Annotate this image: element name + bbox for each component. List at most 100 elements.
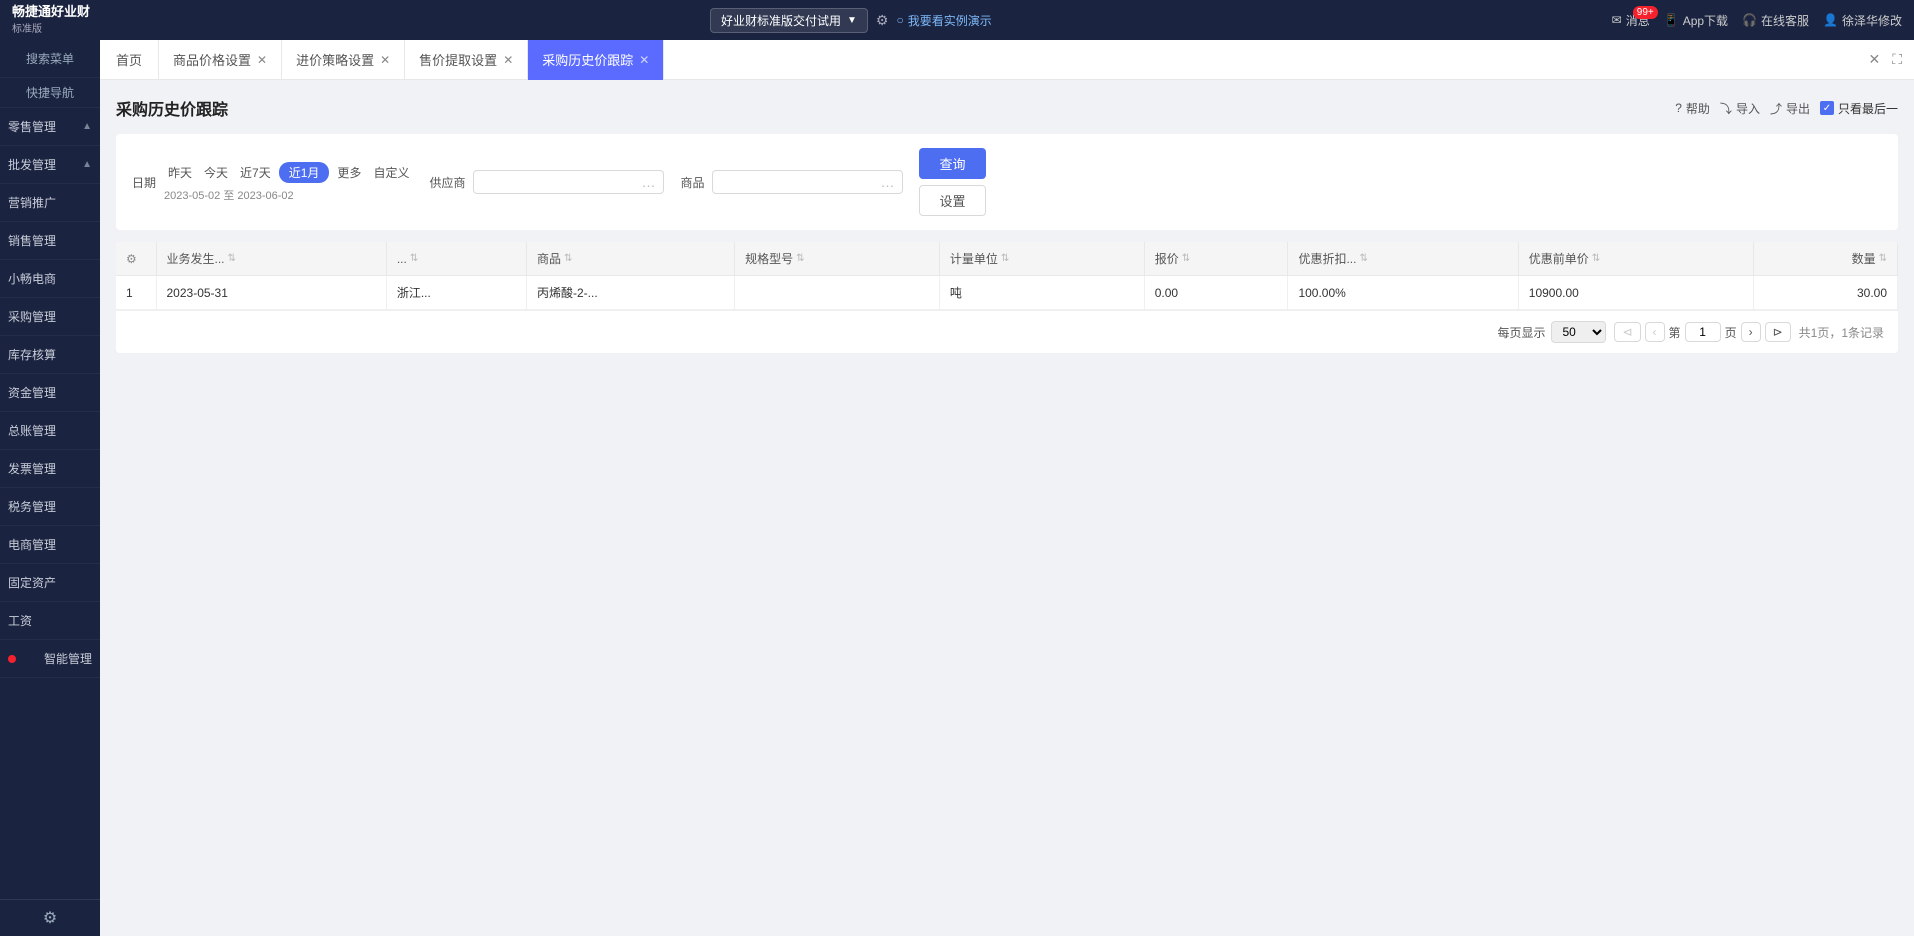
th-spec[interactable]: 规格型号 ⇅ [735, 242, 940, 276]
sidebar-item-invoice[interactable]: 发票管理 [0, 450, 100, 488]
user-btn[interactable]: 👤 徐泽华修改 [1823, 12, 1902, 29]
pagination: 每页显示 50 10 20 100 ⊲ ‹ 第 页 [116, 310, 1898, 353]
date-btn-yesterday[interactable]: 昨天 [164, 162, 196, 183]
page-first-btn[interactable]: ⊲ [1614, 322, 1640, 342]
date-btn-last1month[interactable]: 近1月 [279, 162, 330, 183]
sidebar: 搜索菜单 快捷导航 零售管理 ▲ 批发管理 ▲ 营销推广 销售管理 小畅电商 采… [0, 40, 100, 936]
sidebar-item-retail[interactable]: 零售管理 ▲ [0, 108, 100, 146]
filter-area: 日期 昨天 今天 近7天 近1月 更多 自定义 2023-05-02 至 202… [116, 134, 1898, 230]
sidebar-item-ecommerce[interactable]: 电商管理 [0, 526, 100, 564]
sidebar-item-inventory[interactable]: 库存核算 [0, 336, 100, 374]
import-btn[interactable]: ⤵ 导入 [1720, 100, 1760, 117]
import-icon: ⤵ [1720, 100, 1732, 117]
date-btn-custom[interactable]: 自定义 [369, 162, 413, 183]
date-btn-more[interactable]: 更多 [333, 162, 365, 183]
sidebar-item-ecommerce-small[interactable]: 小畅电商 [0, 260, 100, 298]
export-btn[interactable]: ⤴ 导出 [1770, 100, 1810, 117]
sidebar-quick-nav[interactable]: 快捷导航 [0, 78, 100, 108]
th-gear[interactable]: ⚙ [116, 242, 156, 276]
cell-seq: 1 [116, 276, 156, 310]
sidebar-item-marketing[interactable]: 营销推广 [0, 184, 100, 222]
tab-fullscreen-btn[interactable]: ⛶ [1888, 47, 1906, 72]
version-selector[interactable]: 好业财标准版交付试用 ▼ [710, 8, 868, 33]
gear-column-icon[interactable]: ⚙ [126, 252, 137, 266]
th-goods[interactable]: 商品 ⇅ [526, 242, 734, 276]
th-biz-date[interactable]: 业务发生... ⇅ [156, 242, 386, 276]
page-next-btn[interactable]: › [1741, 322, 1761, 342]
th-quote[interactable]: 报价 ⇅ [1144, 242, 1288, 276]
date-btn-last7days[interactable]: 近7天 [236, 162, 275, 183]
goods-filter-group: 商品 … [680, 170, 903, 194]
th-more[interactable]: ... ⇅ [386, 242, 526, 276]
goods-more-icon[interactable]: … [880, 174, 894, 190]
tab-price-extract[interactable]: 售价提取设置 ✕ [405, 40, 528, 80]
sort-icon: ⇅ [410, 253, 418, 264]
query-button[interactable]: 查询 [919, 148, 985, 179]
version-settings-icon[interactable]: ⚙ [876, 12, 889, 29]
page-last-btn[interactable]: ⊳ [1765, 322, 1791, 342]
sidebar-item-assets[interactable]: 固定资产 [0, 564, 100, 602]
th-pre-discount-price[interactable]: 优惠前单价 ⇅ [1518, 242, 1753, 276]
sidebar-search[interactable]: 搜索菜单 [0, 40, 100, 78]
date-btn-today[interactable]: 今天 [200, 162, 232, 183]
sidebar-item-ledger[interactable]: 总账管理 [0, 412, 100, 450]
th-unit[interactable]: 计量单位 ⇅ [939, 242, 1144, 276]
content-area: 首页 商品价格设置 ✕ 进价策略设置 ✕ 售价提取设置 ✕ 采购历史价跟踪 ✕ … [100, 40, 1914, 936]
online-service-btn[interactable]: 🎧 在线客服 [1742, 12, 1809, 29]
sort-icon: ⇅ [564, 253, 572, 264]
th-discount-rate[interactable]: 优惠折扣... ⇅ [1288, 242, 1518, 276]
tab-close-icon[interactable]: ✕ [380, 53, 390, 67]
headset-icon: 🎧 [1742, 13, 1757, 27]
mobile-icon: 📱 [1664, 13, 1679, 27]
settings-button[interactable]: 设置 [919, 185, 985, 216]
sidebar-item-payroll[interactable]: 工资 [0, 602, 100, 640]
supplier-input[interactable] [482, 175, 637, 189]
cell-quantity: 30.00 [1754, 276, 1898, 310]
cell-quote: 0.00 [1144, 276, 1288, 310]
tab-close-window-btn[interactable]: ✕ [1864, 47, 1884, 72]
sidebar-item-sales[interactable]: 销售管理 [0, 222, 100, 260]
cell-pre-discount-price: 10900.00 [1518, 276, 1753, 310]
supplier-filter-group: 供应商 … [429, 170, 664, 194]
th-quantity[interactable]: 数量 ⇅ [1754, 242, 1898, 276]
demo-icon: ○ [896, 13, 903, 27]
only-last-checkbox[interactable]: ✓ 只看最后一 [1820, 100, 1898, 117]
topbar-center: 好业财标准版交付试用 ▼ ⚙ ○ 我要看实例演示 [90, 8, 1612, 33]
table-header-row: ⚙ 业务发生... ⇅ ... ⇅ [116, 242, 1898, 276]
tab-home[interactable]: 首页 [100, 40, 159, 80]
tab-history-price[interactable]: 采购历史价跟踪 ✕ [528, 40, 664, 80]
tab-purchase-strategy[interactable]: 进价策略设置 ✕ [282, 40, 405, 80]
app-logo: 畅捷通好业财 标准版 [12, 4, 90, 36]
tab-close-icon[interactable]: ✕ [503, 53, 513, 67]
help-btn[interactable]: ? 帮助 [1675, 100, 1710, 117]
supplier-input-wrap[interactable]: … [473, 170, 664, 194]
sort-icon: ⇅ [796, 253, 804, 264]
page-label: 第 [1669, 324, 1681, 341]
sidebar-item-tax[interactable]: 税务管理 [0, 488, 100, 526]
page-prev-btn[interactable]: ‹ [1645, 322, 1665, 342]
messages-btn[interactable]: ✉ 消息 99+ [1612, 12, 1650, 29]
sidebar-item-smart[interactable]: 智能管理 [0, 640, 100, 678]
tab-close-icon[interactable]: ✕ [257, 53, 267, 67]
app-download-btn[interactable]: 📱 App下载 [1664, 12, 1728, 29]
goods-input-wrap[interactable]: … [712, 170, 903, 194]
page-header: 采购历史价跟踪 ? 帮助 ⤵ 导入 ⤴ 导出 ✓ [116, 96, 1898, 120]
message-icon: ✉ [1612, 13, 1622, 27]
demo-link[interactable]: ○ 我要看实例演示 [896, 12, 991, 29]
cell-supplier: 浙江... [386, 276, 526, 310]
sidebar-settings-btn[interactable]: ⚙ [0, 899, 100, 936]
sidebar-item-wholesale[interactable]: 批发管理 ▲ [0, 146, 100, 184]
sidebar-item-purchase[interactable]: 采购管理 [0, 298, 100, 336]
page-actions: ? 帮助 ⤵ 导入 ⤴ 导出 ✓ 只看最后一 [1675, 100, 1898, 117]
page-input[interactable] [1685, 322, 1721, 342]
per-page-select[interactable]: 50 10 20 100 [1551, 321, 1606, 343]
date-filter-group: 日期 昨天 今天 近7天 近1月 更多 自定义 2023-05-02 至 202… [132, 162, 413, 203]
sidebar-item-finance[interactable]: 资金管理 [0, 374, 100, 412]
supplier-more-icon[interactable]: … [641, 174, 655, 190]
tab-price[interactable]: 商品价格设置 ✕ [159, 40, 282, 80]
supplier-filter-label: 供应商 [429, 174, 465, 191]
goods-input[interactable] [721, 175, 876, 189]
gear-icon: ⚙ [43, 910, 57, 927]
tab-close-icon[interactable]: ✕ [639, 53, 649, 67]
table-row: 1 2023-05-31 浙江... 丙烯酸-2-... 吨 0.00 100.… [116, 276, 1898, 310]
